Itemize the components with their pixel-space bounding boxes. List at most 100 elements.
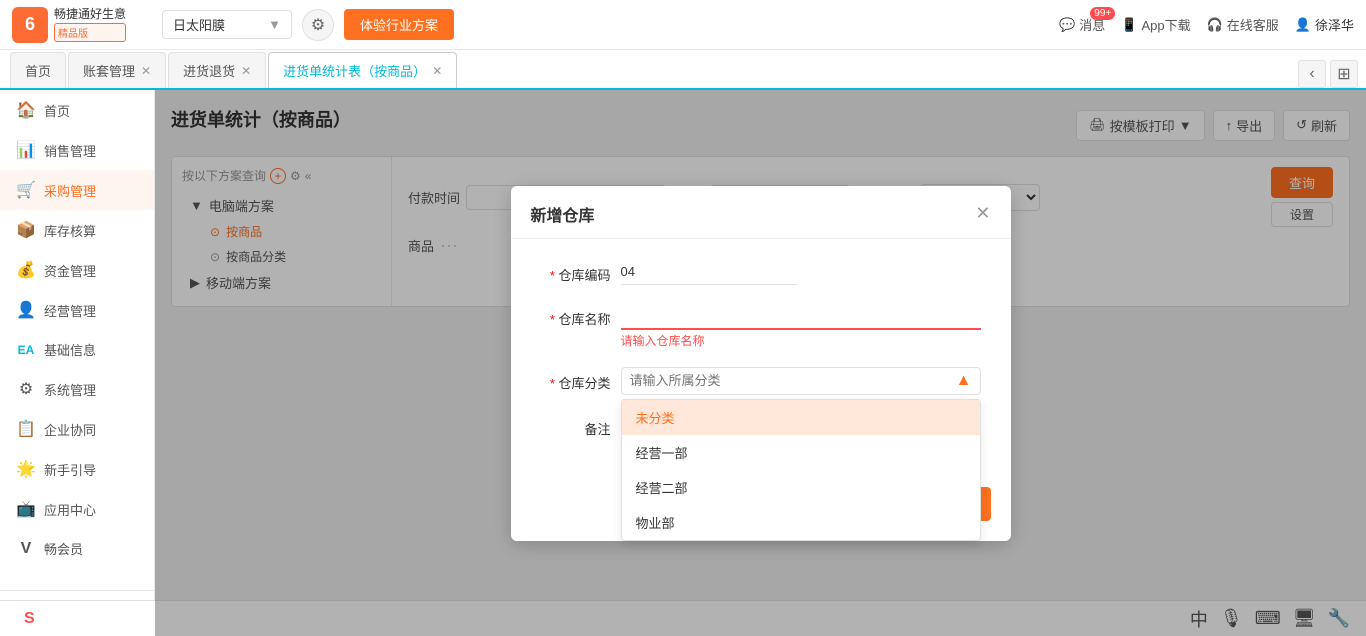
main-layout: 🏠 首页 📊 销售管理 🛒 采购管理 📦 库存核算 💰 资金管理 👤 经营管理 … [0,90,1366,636]
download-icon: 📱 [1121,17,1137,33]
sidebar-label-enterprise: 企业协同 [44,420,96,439]
tab-purchase-return-close[interactable]: ✕ [241,64,251,78]
sidebar-item-home[interactable]: 🏠 首页 [0,90,154,130]
chevron-down-icon: ▼ [268,17,281,32]
dropdown-item-dept2[interactable]: 经营二部 [622,470,980,505]
headset-icon: 🎧 [1207,17,1223,33]
category-dropdown: 未分类 经营一部 经营二部 物业部 [621,399,981,541]
sales-icon: 📊 [16,140,36,160]
basic-info-icon: EA [16,343,36,357]
tab-purchase-return-label: 进货退货 [183,61,235,80]
online-service-button[interactable]: 🎧 在线客服 [1207,15,1279,34]
sidebar-item-apps[interactable]: 📺 应用中心 [0,489,154,529]
sidebar-item-inventory[interactable]: 📦 库存核算 [0,210,154,250]
code-form-row: 仓库编码 [541,259,981,285]
category-input[interactable] [630,373,956,388]
dropdown-item-dept3[interactable]: 物业部 [622,505,980,540]
new-warehouse-dialog: 新增仓库 ✕ 仓库编码 仓库名称 [511,186,1011,541]
vip-icon: V [16,540,36,558]
apps-icon: 📺 [16,499,36,519]
system-icon: ⚙ [16,379,36,399]
tab-scroll-right[interactable]: ⊞ [1330,60,1358,88]
tab-purchase-stats[interactable]: 进货单统计表（按商品） ✕ [268,52,457,88]
modal-overlay: 新增仓库 ✕ 仓库编码 仓库名称 [155,90,1366,636]
home-icon: 🏠 [16,100,36,120]
dropdown-item-dept1[interactable]: 经营一部 [622,435,980,470]
store-selector[interactable]: 日太阳膜 ▼ [162,10,292,39]
content-area: 进货单统计（按商品） 🖨 按模板打印 ▼ ↑ 导出 ↺ 刷新 [155,90,1366,636]
sidebar-item-vip[interactable]: V 畅会员 [0,529,154,568]
sidebar-label-finance: 资金管理 [44,261,96,280]
message-badge: 99+ [1090,7,1115,20]
tab-purchase-stats-close[interactable]: ✕ [432,64,442,78]
sidebar-item-sales[interactable]: 📊 销售管理 [0,130,154,170]
purchase-icon: 🛒 [16,180,36,200]
enterprise-icon: 📋 [16,419,36,439]
tab-accounts[interactable]: 账套管理 ✕ [68,52,166,88]
category-toggle-icon[interactable]: ▲ [956,372,972,390]
sidebar-label-operations: 经营管理 [44,301,96,320]
message-icon: 💬 [1059,17,1075,33]
name-error-msg: 请输入仓库名称 [621,332,981,349]
tab-scroll-left[interactable]: ‹ [1298,60,1326,88]
sidebar-label-system: 系统管理 [44,380,96,399]
sidebar-item-finance[interactable]: 💰 资金管理 [0,250,154,290]
sidebar-label-apps: 应用中心 [44,500,96,519]
remark-label: 备注 [541,413,611,438]
online-service-label: 在线客服 [1227,15,1279,34]
tab-controls: ‹ ⊞ [1298,60,1366,88]
dialog-close-button[interactable]: ✕ [975,203,990,224]
sidebar-label-home: 首页 [44,101,70,120]
guide-icon: 🌟 [16,459,36,479]
finance-icon: 💰 [16,260,36,280]
category-form-row: 仓库分类 ▲ 未分类 经营一部 经营二部 物业部 [541,367,981,395]
sidebar-label-basic-info: 基础信息 [44,340,96,359]
brand-edition: 精品版 [54,23,126,42]
tab-purchase-stats-label: 进货单统计表（按商品） [283,61,426,80]
sidebar: 🏠 首页 📊 销售管理 🛒 采购管理 📦 库存核算 💰 资金管理 👤 经营管理 … [0,90,155,636]
sidebar-label-purchase: 采购管理 [44,181,96,200]
sidebar-item-guide[interactable]: 🌟 新手引导 [0,449,154,489]
sidebar-item-operations[interactable]: 👤 经营管理 [0,290,154,330]
sidebar-label-vip: 畅会员 [44,539,83,558]
trial-button[interactable]: 体验行业方案 [344,9,454,40]
user-icon: 👤 [1295,17,1311,33]
tab-purchase-return[interactable]: 进货退货 ✕ [168,52,266,88]
sidebar-item-basic-info[interactable]: EA 基础信息 [0,330,154,369]
sidebar-item-enterprise[interactable]: 📋 企业协同 [0,409,154,449]
tab-accounts-close[interactable]: ✕ [141,64,151,78]
logo-icon: 6 [12,7,48,43]
code-label: 仓库编码 [541,259,611,284]
sidebar-item-purchase[interactable]: 🛒 采购管理 [0,170,154,210]
name-input[interactable] [621,303,981,330]
bottom-logo-icon: S [24,610,35,628]
message-button[interactable]: 💬 消息 99+ [1059,15,1105,34]
operations-icon: 👤 [16,300,36,320]
dialog-header: 新增仓库 ✕ [511,186,1011,239]
sidebar-label-inventory: 库存核算 [44,221,96,240]
category-input-wrap: ▲ [621,367,981,395]
sidebar-label-sales: 销售管理 [44,141,96,160]
tab-home[interactable]: 首页 [10,52,66,88]
top-right-area: 💬 消息 99+ 📱 App下载 🎧 在线客服 👤 徐泽华 [1059,15,1354,34]
brand-name: 畅捷通好生意 [54,7,126,23]
app-download-button[interactable]: 📱 App下载 [1121,15,1190,34]
settings-button[interactable]: ⚙ [302,9,334,41]
inventory-icon: 📦 [16,220,36,240]
name-label: 仓库名称 [541,303,611,328]
name-form-row: 仓库名称 请输入仓库名称 [541,303,981,349]
sidebar-label-guide: 新手引导 [44,460,96,479]
app-download-label: App下载 [1141,15,1190,34]
tab-bar: 首页 账套管理 ✕ 进货退货 ✕ 进货单统计表（按商品） ✕ ‹ ⊞ [0,50,1366,90]
user-menu[interactable]: 👤 徐泽华 [1295,15,1354,34]
top-bar: 6 畅捷通好生意 精品版 日太阳膜 ▼ ⚙ 体验行业方案 💬 消息 99+ 📱 … [0,0,1366,50]
username: 徐泽华 [1315,15,1354,34]
code-input[interactable] [621,259,797,285]
store-name: 日太阳膜 [173,15,225,34]
category-field-wrap: ▲ 未分类 经营一部 经营二部 物业部 [621,367,981,395]
logo-area: 6 畅捷通好生意 精品版 [12,7,152,43]
dialog-body: 仓库编码 仓库名称 请输入仓库名称 [511,239,1011,477]
tab-home-label: 首页 [25,61,51,80]
sidebar-item-system[interactable]: ⚙ 系统管理 [0,369,154,409]
dropdown-item-uncategorized[interactable]: 未分类 [622,400,980,435]
